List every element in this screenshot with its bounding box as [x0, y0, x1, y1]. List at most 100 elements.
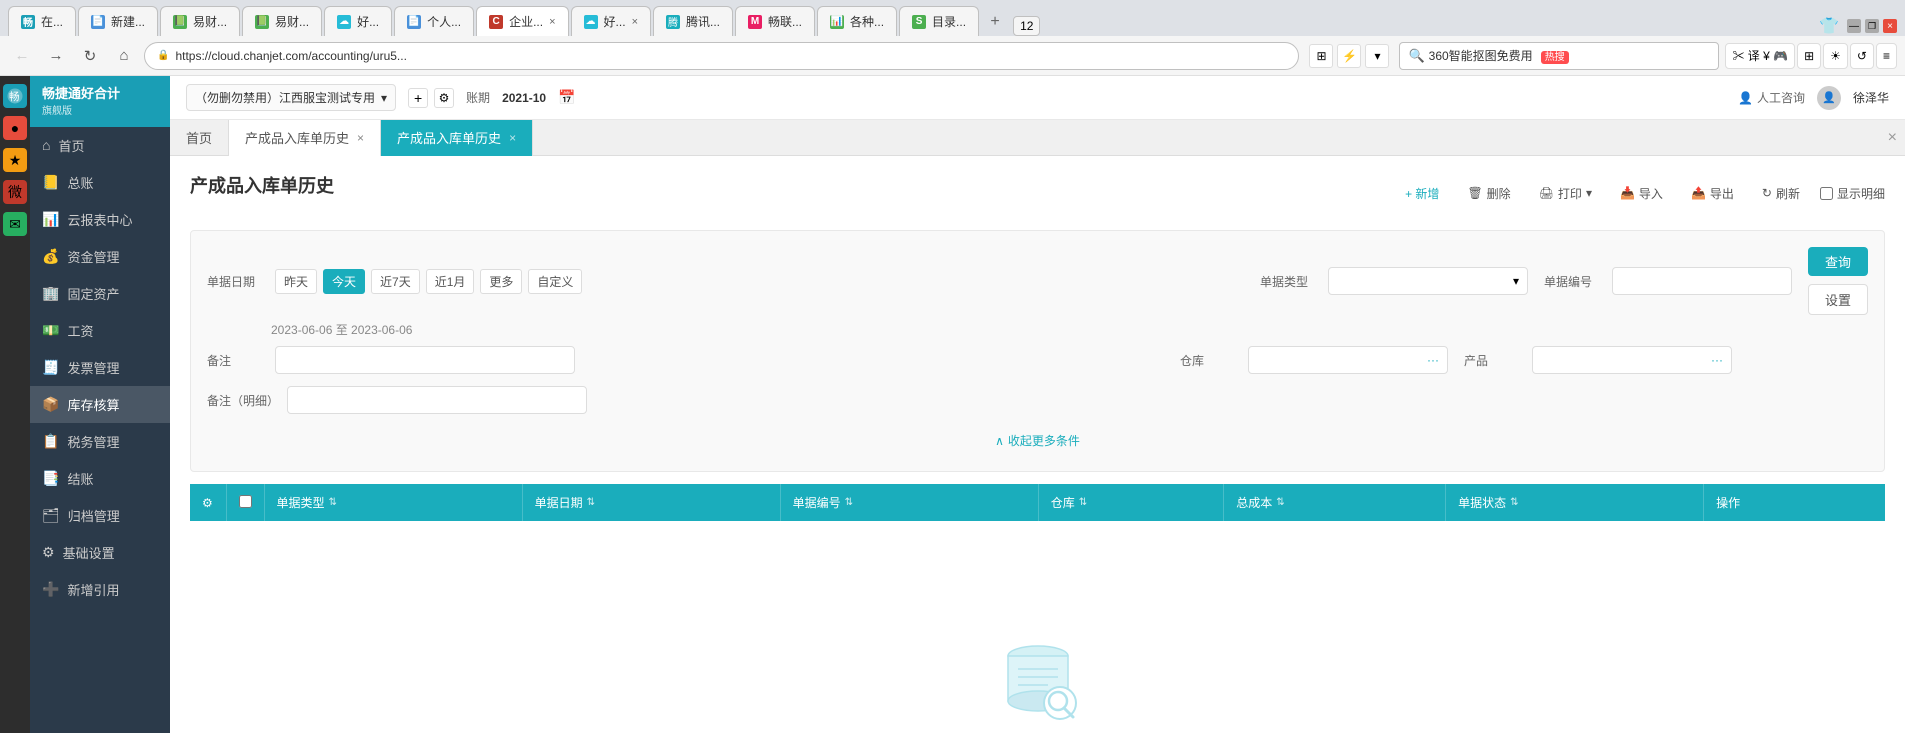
user-service-btn[interactable]: 👤 人工咨询	[1738, 89, 1805, 106]
query-btn[interactable]: 查询	[1808, 247, 1868, 276]
tab1-close-icon[interactable]: ×	[357, 131, 364, 145]
tab2-close-icon[interactable]: ×	[509, 131, 516, 145]
doc-type-select[interactable]: ▾	[1328, 267, 1528, 295]
date-btn-today[interactable]: 今天	[323, 269, 365, 294]
scissors-tool[interactable]: ✂ 译 ¥ 🎮	[1725, 43, 1795, 69]
sort-icon-warehouse: ⇅	[1079, 497, 1087, 508]
window-restore-btn[interactable]: ❐	[1865, 19, 1879, 33]
forward-button[interactable]: →	[42, 42, 70, 70]
sidebar-item-fund[interactable]: 💰 资金管理	[30, 238, 170, 275]
more-tool[interactable]: ≡	[1876, 43, 1897, 69]
brightness-tool[interactable]: ☀	[1823, 43, 1848, 69]
ledger-icon: 📒	[42, 174, 59, 191]
back-button[interactable]: ←	[8, 42, 36, 70]
product-dots-btn[interactable]: ···	[1711, 353, 1723, 367]
company-select[interactable]: （勿删勿禁用）江西服宝测试专用 ▾	[186, 84, 396, 111]
sidebar-item-new-ref[interactable]: ➕ 新增引用	[30, 571, 170, 608]
select-all-checkbox[interactable]	[239, 495, 252, 508]
collapse-btn[interactable]: ∧ 收起更多条件	[207, 426, 1868, 455]
tab-11[interactable]: 📊 各种...	[817, 6, 897, 36]
import-btn[interactable]: 📥 导入	[1612, 181, 1671, 206]
print-btn[interactable]: 🖨 打印 ▾	[1531, 181, 1600, 206]
tab-9[interactable]: 腾 腾讯...	[653, 6, 733, 36]
window-tshirt-btn[interactable]: 👕	[1815, 16, 1843, 36]
th-doc-date[interactable]: 单据日期 ⇅	[522, 484, 780, 521]
address-input[interactable]: 🔒 https://cloud.chanjet.com/accounting/u…	[144, 42, 1299, 70]
sidebar-item-ledger[interactable]: 📒 总账	[30, 164, 170, 201]
app-icon-1[interactable]: ●	[3, 116, 27, 140]
period-settings-btn[interactable]: ⚙	[434, 88, 454, 108]
add-tab-button[interactable]: +	[981, 8, 1009, 36]
app-icon-4[interactable]: ✉	[3, 212, 27, 236]
breadcrumb-tab-1[interactable]: 产成品入库单历史 ×	[229, 120, 381, 156]
add-btn[interactable]: + 新增	[1397, 181, 1447, 206]
tab-2[interactable]: 📄 新建...	[78, 6, 158, 36]
sidebar-item-fixed-assets[interactable]: 🏢 固定资产	[30, 275, 170, 312]
refresh-button[interactable]: ↻	[76, 42, 104, 70]
tab-7[interactable]: C 企业... ×	[476, 6, 568, 36]
tab-6[interactable]: 📄 个人...	[394, 6, 474, 36]
app-icon-2[interactable]: ★	[3, 148, 27, 172]
tab-5[interactable]: ☁ 好...	[324, 6, 392, 36]
tab-7-close[interactable]: ×	[549, 16, 555, 28]
window-minimize-btn[interactable]: —	[1847, 19, 1861, 33]
refresh-btn[interactable]: ↻ 刷新	[1754, 181, 1808, 206]
tab-4[interactable]: 📗 易财...	[242, 6, 322, 36]
th-doc-type[interactable]: 单据类型 ⇅	[264, 484, 522, 521]
content-close-btn[interactable]: ×	[1888, 129, 1897, 147]
tab-10[interactable]: M 畅联...	[735, 6, 815, 36]
restore-tool[interactable]: ↺	[1850, 43, 1874, 69]
date-btn-1month[interactable]: 近1月	[426, 269, 475, 294]
warehouse-dots-btn[interactable]: ···	[1427, 353, 1439, 367]
tab-8[interactable]: ☁ 好... ×	[571, 6, 651, 36]
sidebar-item-invoice[interactable]: 🧾 发票管理	[30, 349, 170, 386]
breadcrumb-tab-2[interactable]: 产成品入库单历史 ×	[381, 120, 533, 156]
remark2-input[interactable]	[287, 386, 587, 414]
th-warehouse[interactable]: 仓库 ⇅	[1038, 484, 1224, 521]
sidebar-item-settings[interactable]: ⚙ 基础设置	[30, 534, 170, 571]
tab-11-title: 各种...	[850, 13, 884, 30]
home-button[interactable]: ⌂	[110, 42, 138, 70]
calendar-icon[interactable]: 📅	[558, 89, 575, 106]
sidebar-item-archive[interactable]: 🗂 归档管理	[30, 497, 170, 534]
sidebar-item-payroll[interactable]: 💵 工资	[30, 312, 170, 349]
add-period-btn[interactable]: +	[408, 88, 428, 108]
date-btn-more[interactable]: 更多	[480, 269, 522, 294]
tab-8-title: 好...	[604, 13, 626, 30]
product-select[interactable]: ···	[1532, 346, 1732, 374]
export-btn[interactable]: 📤 导出	[1683, 181, 1742, 206]
setting-btn[interactable]: 设置	[1808, 284, 1868, 315]
warehouse-select[interactable]: ···	[1248, 346, 1448, 374]
tab-8-close[interactable]: ×	[632, 16, 638, 28]
sidebar-item-inventory[interactable]: 📦 库存核算	[30, 386, 170, 423]
app-icon-3[interactable]: 微	[3, 180, 27, 204]
tab-1[interactable]: 畅 在...	[8, 6, 76, 36]
dropdown-button[interactable]: ▾	[1365, 44, 1389, 68]
sidebar-item-settlement[interactable]: 📑 结账	[30, 460, 170, 497]
delete-btn[interactable]: 🗑 删除	[1459, 181, 1518, 206]
th-doc-num[interactable]: 单据编号 ⇅	[780, 484, 1038, 521]
sidebar-item-tax[interactable]: 📋 税务管理	[30, 423, 170, 460]
tab-3[interactable]: 📗 易财...	[160, 6, 240, 36]
sidebar-item-home[interactable]: ⌂ 首页	[30, 127, 170, 164]
date-btn-7days[interactable]: 近7天	[371, 269, 420, 294]
search-area[interactable]: 🔍 360智能抠图免费用 热搜	[1399, 42, 1719, 70]
th-doc-status[interactable]: 单据状态 ⇅	[1446, 484, 1704, 521]
show-columns-checkbox[interactable]	[1820, 187, 1833, 200]
tab-12[interactable]: S 目录...	[899, 6, 979, 36]
sidebar-item-cloud-report[interactable]: 📊 云报表中心	[30, 201, 170, 238]
breadcrumb-home[interactable]: 首页	[170, 120, 229, 156]
th-gear[interactable]: ⚙	[190, 484, 226, 521]
doc-num-input[interactable]	[1612, 267, 1792, 295]
date-btn-custom[interactable]: 自定义	[528, 269, 582, 294]
th-total-cost[interactable]: 总成本 ⇅	[1224, 484, 1446, 521]
user-avatar: 👤	[1817, 86, 1841, 110]
chanjet-icon[interactable]: 畅	[3, 84, 27, 108]
grid-tool[interactable]: ⊞	[1797, 43, 1821, 69]
date-btn-yesterday[interactable]: 昨天	[275, 269, 317, 294]
remark-input[interactable]	[275, 346, 575, 374]
window-close-btn[interactable]: ×	[1883, 19, 1897, 33]
extension-button[interactable]: ⚡	[1337, 44, 1361, 68]
th-checkbox[interactable]	[226, 484, 264, 521]
apps-button[interactable]: ⊞	[1309, 44, 1333, 68]
